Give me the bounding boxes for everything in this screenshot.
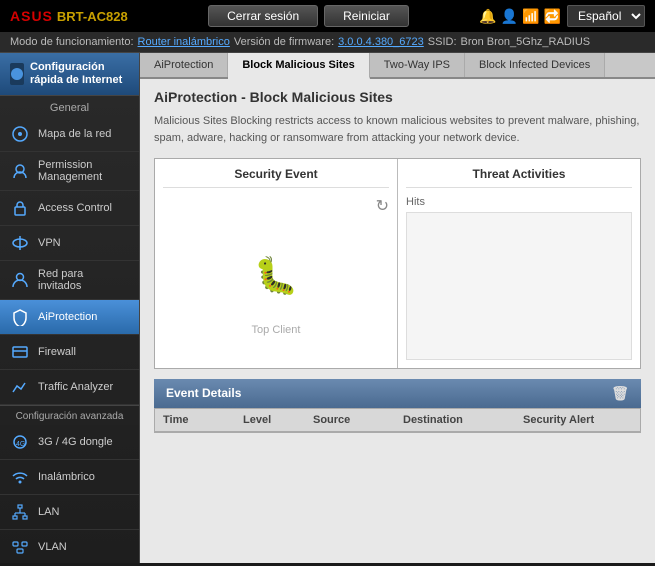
ssid-label: SSID:	[428, 36, 457, 48]
event-details-header: Event Details 🗑	[154, 379, 641, 408]
router-mode-link[interactable]: Router inalámbrico	[138, 36, 230, 48]
lock-icon	[10, 198, 30, 218]
header-right: 🔔 👤 📶 🔁 Español	[479, 5, 655, 27]
threat-chart	[406, 212, 632, 360]
security-event-body: 🐛 ↻ Top Client	[163, 196, 389, 356]
security-panels: Security Event 🐛 ↻ Top Client Threat Act…	[154, 158, 641, 369]
ssid-value: Bron Bron_5Ghz_RADIUS	[461, 36, 591, 48]
tab-block-infected-devices[interactable]: Block Infected Devices	[465, 53, 605, 77]
sidebar-item-label: Mapa de la red	[38, 128, 111, 140]
brand-icon	[10, 63, 24, 85]
mode-label: Modo de funcionamiento:	[10, 36, 134, 48]
sidebar-item-label: Red para invitados	[38, 268, 129, 292]
event-table-header: Time Level Source Destination Security A…	[155, 409, 640, 432]
firewall-icon	[10, 342, 30, 362]
sidebar-item-vlan[interactable]: VLAN	[0, 530, 139, 563]
col-security-alert: Security Alert	[515, 409, 640, 431]
tab-two-way-ips[interactable]: Two-Way IPS	[370, 53, 465, 77]
sidebar-item-network-map[interactable]: Mapa de la red	[0, 117, 139, 152]
hits-label: Hits	[406, 196, 425, 208]
logout-button[interactable]: Cerrar sesión	[208, 5, 318, 27]
tab-aiprotection[interactable]: AiProtection	[140, 53, 228, 77]
threat-activities-panel: Threat Activities Hits	[398, 159, 640, 368]
col-level: Level	[235, 409, 305, 431]
header-icons: 🔔 👤 📶 🔁	[479, 8, 561, 25]
sidebar-item-label: AiProtection	[38, 311, 97, 323]
sidebar: Configuración rápida de Internet General…	[0, 53, 140, 563]
firmware-version[interactable]: 3.0.0.4.380_6723	[338, 36, 424, 48]
bug-icon: 🐛	[254, 255, 299, 297]
layout: Configuración rápida de Internet General…	[0, 53, 655, 563]
model-name: BRT-AC828	[57, 9, 128, 24]
sidebar-item-label: 3G / 4G dongle	[38, 436, 113, 448]
sidebar-item-vpn[interactable]: VPN	[0, 226, 139, 261]
bell-icon: 🔔	[479, 8, 496, 25]
section-general: General	[0, 95, 139, 117]
sidebar-item-permission[interactable]: Permission Management	[0, 152, 139, 191]
threat-activities-body: Hits	[406, 196, 632, 360]
refresh-button[interactable]: ↻	[376, 196, 389, 216]
dongle-icon: 4G	[10, 432, 30, 452]
sidebar-item-label: Traffic Analyzer	[38, 381, 113, 393]
sidebar-item-guest-network[interactable]: Red para invitados	[0, 261, 139, 300]
vlan-icon	[10, 537, 30, 557]
sync-icon: 🔁	[544, 8, 561, 25]
wifi-icon	[10, 467, 30, 487]
threat-activities-header: Threat Activities	[406, 167, 632, 188]
event-details-section: Event Details 🗑 Time Level Source Destin…	[154, 379, 641, 433]
sidebar-item-firewall[interactable]: Firewall	[0, 335, 139, 370]
section-advanced: Configuración avanzada	[0, 405, 139, 425]
header-buttons: Cerrar sesión Reiniciar	[138, 5, 480, 27]
lan-icon	[10, 502, 30, 522]
sidebar-item-aiprotection[interactable]: AiProtection	[0, 300, 139, 335]
mode-bar: Modo de funcionamiento: Router inalámbri…	[0, 32, 655, 53]
restart-button[interactable]: Reiniciar	[324, 5, 409, 27]
vpn-icon	[10, 233, 30, 253]
sidebar-item-dongle[interactable]: 4G 3G / 4G dongle	[0, 425, 139, 460]
content-description: Malicious Sites Blocking restricts acces…	[154, 113, 641, 146]
sidebar-item-label: Permission Management	[38, 159, 129, 183]
trash-icon[interactable]: 🗑	[611, 385, 629, 402]
sidebar-item-label: VLAN	[38, 541, 67, 553]
tabs-bar: AiProtection Block Malicious Sites Two-W…	[140, 53, 655, 79]
col-time: Time	[155, 409, 235, 431]
tab-block-malicious-sites[interactable]: Block Malicious Sites	[228, 53, 369, 79]
col-source: Source	[305, 409, 395, 431]
permission-icon	[10, 161, 30, 181]
main-content: AiProtection Block Malicious Sites Two-W…	[140, 53, 655, 563]
sidebar-item-wireless[interactable]: Inalámbrico	[0, 460, 139, 495]
event-table: Time Level Source Destination Security A…	[154, 408, 641, 433]
sidebar-item-label: LAN	[38, 506, 59, 518]
sidebar-item-label: Inalámbrico	[38, 471, 95, 483]
aiprotection-icon	[10, 307, 30, 327]
sidebar-item-label: Firewall	[38, 346, 76, 358]
sidebar-item-traffic-analyzer[interactable]: Traffic Analyzer	[0, 370, 139, 405]
logo: ASUS BRT-AC828	[0, 8, 138, 24]
language-select[interactable]: Español	[567, 5, 645, 27]
asus-logo: ASUS	[10, 8, 53, 24]
firmware-label: Versión de firmware:	[234, 36, 334, 48]
header: ASUS BRT-AC828 Cerrar sesión Reiniciar 🔔…	[0, 0, 655, 32]
user-icon: 👤	[501, 8, 518, 25]
event-details-title: Event Details	[166, 386, 241, 400]
wifi-status-icon: 📶	[522, 8, 539, 25]
sidebar-item-label: VPN	[38, 237, 61, 249]
col-destination: Destination	[395, 409, 515, 431]
sidebar-brand[interactable]: Configuración rápida de Internet	[0, 53, 139, 95]
traffic-icon	[10, 377, 30, 397]
sidebar-item-access-control[interactable]: Access Control	[0, 191, 139, 226]
sidebar-item-lan[interactable]: LAN	[0, 495, 139, 530]
guest-icon	[10, 270, 30, 290]
svg-text:4G: 4G	[16, 441, 25, 448]
network-icon	[10, 124, 30, 144]
security-event-panel: Security Event 🐛 ↻ Top Client	[155, 159, 398, 368]
sidebar-item-label: Access Control	[38, 202, 112, 214]
page-title: AiProtection - Block Malicious Sites	[154, 89, 641, 105]
security-event-header: Security Event	[163, 167, 389, 188]
top-client-label: Top Client	[252, 324, 301, 336]
content-area: AiProtection - Block Malicious Sites Mal…	[140, 79, 655, 563]
brand-label: Configuración rápida de Internet	[30, 61, 129, 87]
